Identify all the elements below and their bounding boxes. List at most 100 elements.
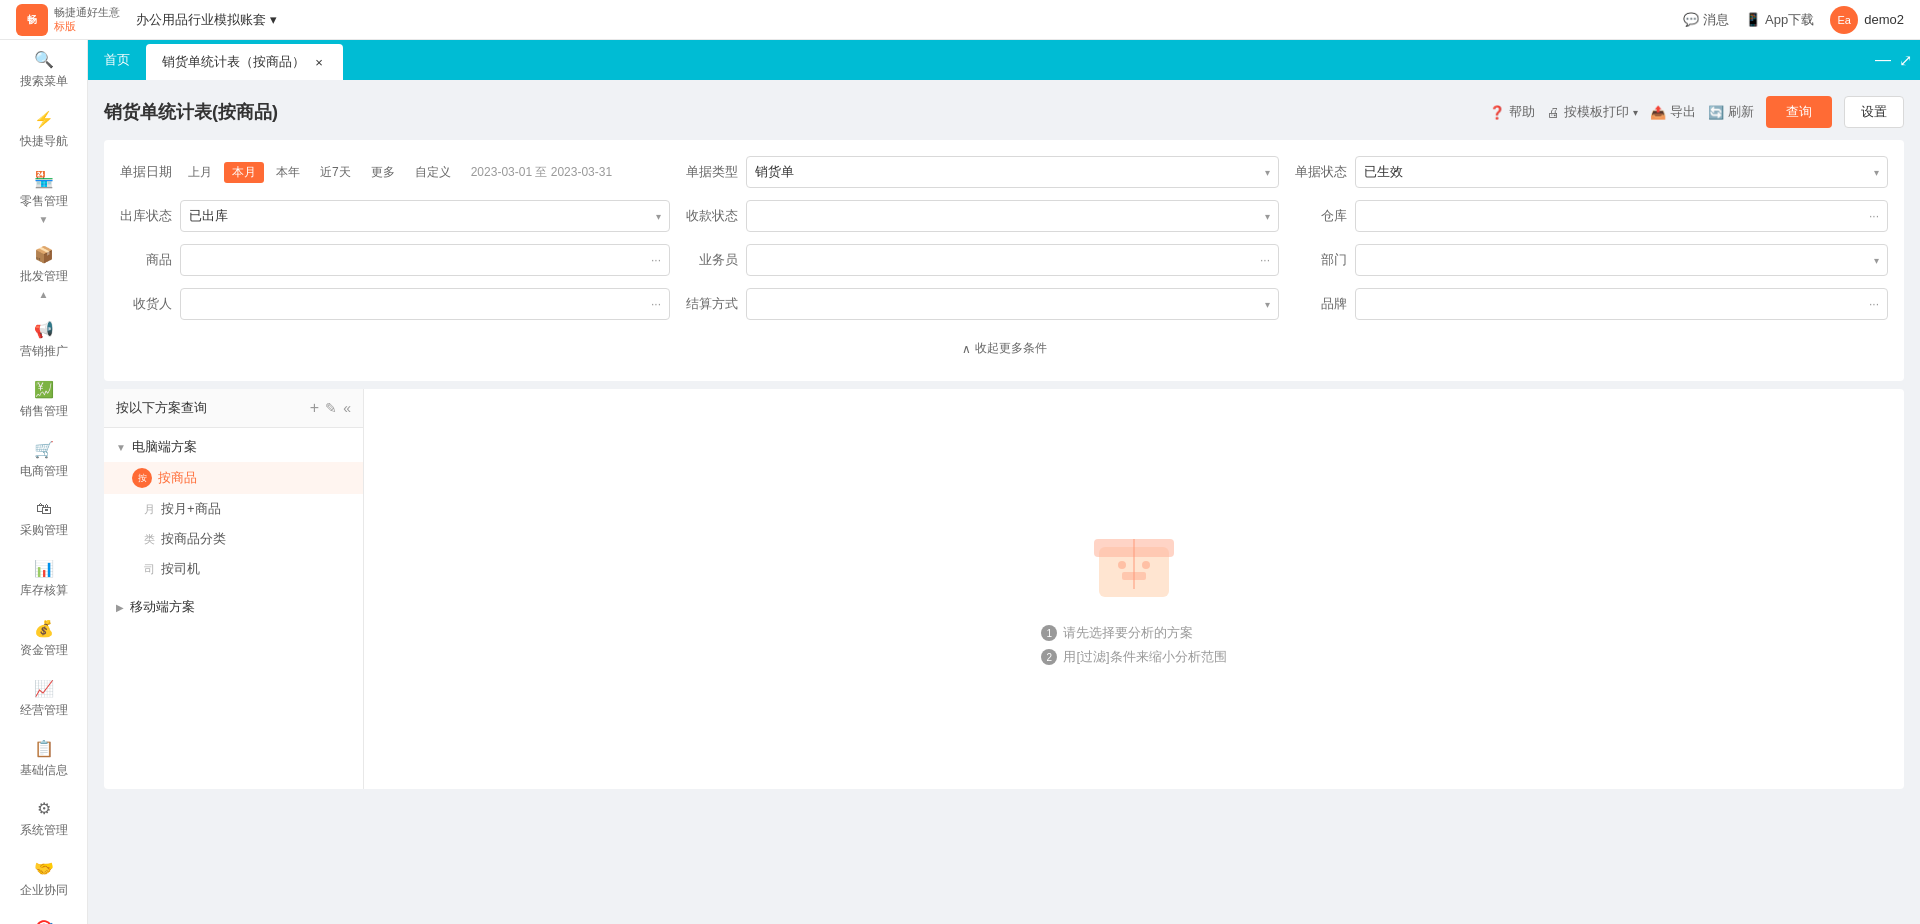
date-tab-last-month[interactable]: 上月 [180, 162, 220, 183]
out-status-arrow-icon: ▾ [656, 211, 661, 222]
sidebar-item-finance[interactable]: 💰 资金管理 [0, 609, 87, 669]
sidebar-item-search[interactable]: 🔍 搜索菜单 [0, 40, 87, 100]
scheme-title: 按以下方案查询 [116, 399, 207, 417]
date-tab-custom[interactable]: 自定义 [407, 162, 459, 183]
consignee-label: 收货人 [120, 295, 180, 313]
app-download-button[interactable]: 📱 App下载 [1745, 11, 1814, 29]
system-icon: ⚙ [37, 799, 51, 818]
scheme-item-by-driver[interactable]: 司 按司机 [104, 554, 363, 584]
department-label: 部门 [1295, 251, 1355, 269]
sidebar-item-guide[interactable]: 🎯 新手引导 [0, 909, 87, 924]
sidebar-item-operations[interactable]: 📈 经营管理 [0, 669, 87, 729]
warehouse-control[interactable]: ··· [1355, 200, 1888, 232]
driver-icon: 司 [144, 562, 155, 577]
template-print-button[interactable]: 🖨 按模板打印 ▾ [1547, 103, 1638, 121]
date-tab-this-year[interactable]: 本年 [268, 162, 308, 183]
logo-area: 畅 畅捷通好生意 标版 [16, 4, 120, 36]
scheme-item-by-category[interactable]: 类 按商品分类 [104, 524, 363, 554]
tabs-bar: 首页 销货单统计表（按商品） × — ⤢ [88, 40, 1920, 80]
tab-home[interactable]: 首页 [88, 40, 146, 80]
tab-minimize-icon[interactable]: — [1875, 51, 1891, 69]
sidebar-item-purchase[interactable]: 🛍 采购管理 [0, 490, 87, 549]
brand-dots-icon: ··· [1869, 297, 1879, 311]
tab-active[interactable]: 销货单统计表（按商品） × [146, 44, 343, 80]
user-area[interactable]: Ea demo2 [1830, 6, 1904, 34]
scheme-edit-icon[interactable]: ✎ [325, 400, 337, 416]
filter-section: 单据日期 上月 本月 本年 近7天 更多 自定义 2023-03-01 至 20… [104, 140, 1904, 381]
scheme-collapse-icon[interactable]: « [343, 400, 351, 416]
settlement-control[interactable]: ▾ [746, 288, 1279, 320]
query-button[interactable]: 查询 [1766, 96, 1832, 128]
brand-control[interactable]: ··· [1355, 288, 1888, 320]
workspace-selector[interactable]: 办公用品行业模拟账套 ▾ [128, 7, 285, 33]
hint-num-2: 2 [1041, 649, 1057, 665]
scheme-header: 按以下方案查询 + ✎ « [104, 389, 363, 428]
export-button[interactable]: 📤 导出 [1650, 103, 1696, 121]
consignee-dots-icon: ··· [651, 297, 661, 311]
sidebar-item-sales[interactable]: 💹 销售管理 [0, 370, 87, 430]
message-button[interactable]: 💬 消息 [1683, 11, 1729, 29]
goods-control[interactable]: ··· [180, 244, 670, 276]
operations-icon: 📈 [34, 679, 54, 698]
refresh-button[interactable]: 🔄 刷新 [1708, 103, 1754, 121]
filter-row-4: 收货人 ··· 结算方式 ▾ [120, 288, 1888, 320]
page-actions: ❓ 帮助 🖨 按模板打印 ▾ 📤 导出 🔄 刷新 [1489, 96, 1904, 128]
topbar-left: 畅 畅捷通好生意 标版 办公用品行业模拟账套 ▾ [16, 4, 285, 36]
empty-box-svg [1084, 517, 1184, 607]
salesperson-control[interactable]: ··· [746, 244, 1279, 276]
doc-status-control[interactable]: 已生效 ▾ [1355, 156, 1888, 188]
scheme-item-category-label: 按商品分类 [161, 530, 226, 548]
wholesale-icon: 📦 [34, 245, 54, 264]
scheme-add-icon[interactable]: + [310, 399, 319, 417]
scheme-group-pc: ▼ 电脑端方案 按 按商品 月 按月+商品 [104, 428, 363, 588]
topbar: 畅 畅捷通好生意 标版 办公用品行业模拟账套 ▾ 💬 消息 📱 App下载 Ea… [0, 0, 1920, 40]
date-tab-more[interactable]: 更多 [363, 162, 403, 183]
username-label: demo2 [1864, 12, 1904, 27]
avatar: Ea [1830, 6, 1858, 34]
department-control[interactable]: ▾ [1355, 244, 1888, 276]
filter-brand: 品牌 ··· [1295, 288, 1888, 320]
finance-icon: 💰 [34, 619, 54, 638]
purchase-icon: 🛍 [36, 500, 52, 518]
export-icon: 📤 [1650, 105, 1666, 120]
month-goods-icon: 月 [144, 502, 155, 517]
filter-department: 部门 ▾ [1295, 244, 1888, 276]
tab-close-icon[interactable]: × [311, 54, 327, 70]
scheme-item-by-goods-label: 按商品 [158, 469, 197, 487]
retail-expand-icon: ▼ [39, 214, 49, 225]
out-status-label: 出库状态 [120, 207, 180, 225]
settings-button[interactable]: 设置 [1844, 96, 1904, 128]
out-status-control[interactable]: 已出库 ▾ [180, 200, 670, 232]
receipt-status-control[interactable]: ▾ [746, 200, 1279, 232]
doc-type-control[interactable]: 销货单 ▾ [746, 156, 1279, 188]
sidebar-item-wholesale[interactable]: 📦 批发管理 ▲ [0, 235, 87, 310]
sidebar-item-system[interactable]: ⚙ 系统管理 [0, 789, 87, 849]
sidebar-item-basics[interactable]: 📋 基础信息 [0, 729, 87, 789]
content-area: 首页 销货单统计表（按商品） × — ⤢ 销货单统计表(按商品) ❓ 帮助 [88, 40, 1920, 924]
scheme-group-mobile-header[interactable]: ▶ 移动端方案 [104, 592, 363, 622]
sidebar-item-enterprise[interactable]: 🤝 企业协同 [0, 849, 87, 909]
pc-group-label: 电脑端方案 [132, 438, 197, 456]
sidebar-item-marketing[interactable]: 📢 营销推广 [0, 310, 87, 370]
svg-point-4 [1142, 561, 1150, 569]
help-button[interactable]: ❓ 帮助 [1489, 103, 1535, 121]
receipt-status-label: 收款状态 [686, 207, 746, 225]
consignee-control[interactable]: ··· [180, 288, 670, 320]
filter-warehouse: 仓库 ··· [1295, 200, 1888, 232]
date-tab-this-month[interactable]: 本月 [224, 162, 264, 183]
scheme-item-by-month-goods[interactable]: 月 按月+商品 [104, 494, 363, 524]
date-tab-7days[interactable]: 近7天 [312, 162, 359, 183]
tab-maximize-icon[interactable]: ⤢ [1899, 51, 1912, 70]
scheme-item-by-goods[interactable]: 按 按商品 [104, 462, 363, 494]
sidebar-item-quick-nav[interactable]: ⚡ 快捷导航 [0, 100, 87, 160]
goods-dots-icon: ··· [651, 253, 661, 267]
collapse-button[interactable]: ∧ 收起更多条件 [950, 336, 1059, 361]
scheme-group-pc-header[interactable]: ▼ 电脑端方案 [104, 432, 363, 462]
sidebar-item-inventory[interactable]: 📊 库存核算 [0, 549, 87, 609]
page-content: 销货单统计表(按商品) ❓ 帮助 🖨 按模板打印 ▾ 📤 导出 [88, 80, 1920, 924]
empty-hint-1: 1 请先选择要分析的方案 [1041, 624, 1226, 642]
filter-out-status: 出库状态 已出库 ▾ [120, 200, 670, 232]
hint-num-1: 1 [1041, 625, 1057, 641]
sidebar-item-ecommerce[interactable]: 🛒 电商管理 [0, 430, 87, 490]
sidebar-item-retail[interactable]: 🏪 零售管理 ▼ [0, 160, 87, 235]
